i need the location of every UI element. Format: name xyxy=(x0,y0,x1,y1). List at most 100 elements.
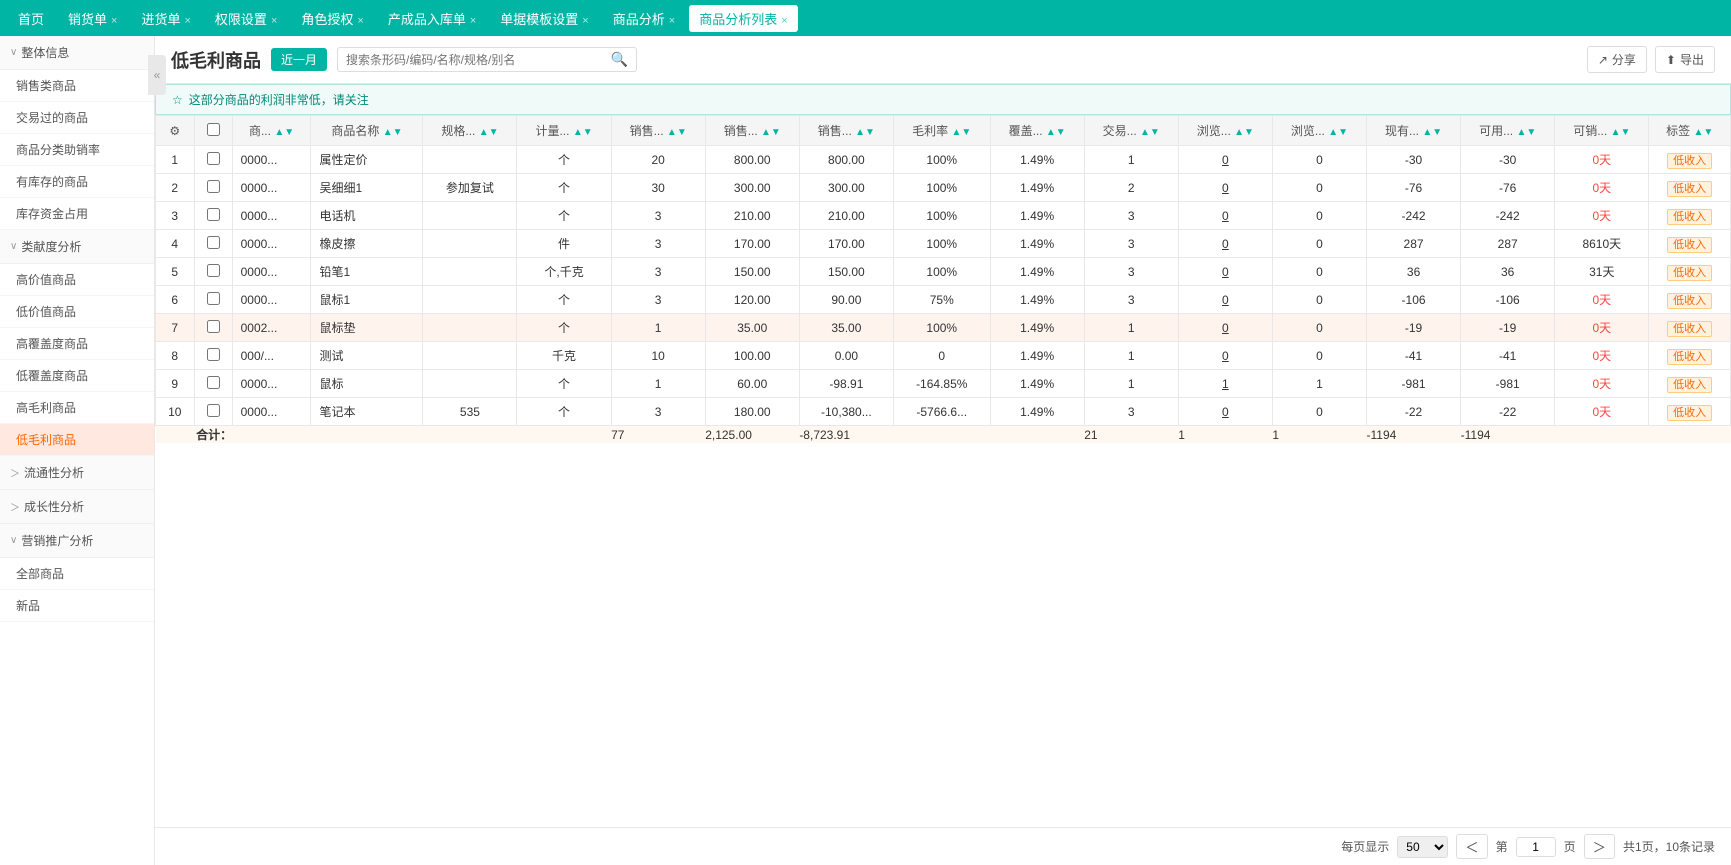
sidebar-item-低价值商品[interactable]: 低价值商品 xyxy=(0,296,154,328)
row-code: 0000... xyxy=(232,398,311,426)
row-name: 属性定价 xyxy=(311,146,423,174)
prev-page-btn[interactable]: ＜ xyxy=(1456,834,1487,859)
sidebar-group-类献度分析[interactable]: ∨类献度分析 xyxy=(0,230,154,264)
nav-item-角色授权[interactable]: 角色授权× xyxy=(291,5,373,32)
col-available[interactable]: 可用... ▲▼ xyxy=(1461,116,1555,146)
search-icon[interactable]: 🔍 xyxy=(611,51,628,68)
page-size-select[interactable]: 50 100 200 xyxy=(1397,836,1448,858)
close-icon[interactable]: × xyxy=(470,15,476,27)
sidebar-item-低覆盖度商品[interactable]: 低覆盖度商品 xyxy=(0,360,154,392)
search-input[interactable] xyxy=(346,53,611,67)
col-name[interactable]: 商品名称 ▲▼ xyxy=(311,116,423,146)
page-input[interactable] xyxy=(1516,837,1556,857)
nav-item-产成品入库单[interactable]: 产成品入库单× xyxy=(378,5,486,32)
page-header: 低毛利商品 近一月 🔍 ↗ 分享 ⬆ 导出 xyxy=(155,36,1731,84)
row-name: 鼠标垫 xyxy=(311,314,423,342)
row-available: -30 xyxy=(1461,146,1555,174)
sidebar-item-高价值商品[interactable]: 高价值商品 xyxy=(0,264,154,296)
sidebar-item-销售类商品[interactable]: 销售类商品 xyxy=(0,70,154,102)
sidebar-group-流通性分析[interactable]: ＞流通性分析 xyxy=(0,456,154,490)
sidebar-item-有库存的商品[interactable]: 有库存的商品 xyxy=(0,166,154,198)
sidebar-item-交易过的商品[interactable]: 交易过的商品 xyxy=(0,102,154,134)
row-sales-price: 210.00 xyxy=(705,202,799,230)
period-button[interactable]: 近一月 xyxy=(271,48,327,71)
nav-item-进货单[interactable]: 进货单× xyxy=(131,5,200,32)
row-sales-qty: 3 xyxy=(611,258,705,286)
sidebar-item-全部商品[interactable]: 全部商品 xyxy=(0,558,154,590)
nav-item-商品分析列表[interactable]: 商品分析列表× xyxy=(689,5,797,32)
sidebar-item-低毛利商品[interactable]: 低毛利商品 xyxy=(0,424,154,456)
col-checkbox[interactable] xyxy=(194,116,232,146)
close-icon[interactable]: × xyxy=(111,15,117,27)
col-current-stock[interactable]: 现有... ▲▼ xyxy=(1367,116,1461,146)
sidebar-collapse-btn[interactable]: « xyxy=(148,55,166,95)
nav-item-商品分析[interactable]: 商品分析× xyxy=(603,5,685,32)
row-view2: 0 xyxy=(1272,202,1366,230)
col-view1[interactable]: 浏览... ▲▼ xyxy=(1178,116,1272,146)
row-checkbox[interactable] xyxy=(194,398,232,426)
col-view2[interactable]: 浏览... ▲▼ xyxy=(1272,116,1366,146)
row-view1: 0 xyxy=(1178,258,1272,286)
table-header-row: ⚙ 商... ▲▼ 商品名称 ▲▼ 规格... ▲▼ 计量... ▲▼ 销售..… xyxy=(156,116,1731,146)
row-checkbox[interactable] xyxy=(194,146,232,174)
row-checkbox[interactable] xyxy=(194,314,232,342)
row-tag: 低收入 xyxy=(1649,398,1731,426)
col-sales-qty[interactable]: 销售... ▲▼ xyxy=(611,116,705,146)
sidebar-group-整体信息[interactable]: ∨整体信息 xyxy=(0,36,154,70)
close-icon[interactable]: × xyxy=(669,15,675,27)
sidebar-item-库存资金占用[interactable]: 库存资金占用 xyxy=(0,198,154,230)
row-checkbox[interactable] xyxy=(194,230,232,258)
select-all-checkbox[interactable] xyxy=(207,123,220,136)
nav-item-首页[interactable]: 首页 xyxy=(8,5,54,32)
col-code[interactable]: 商... ▲▼ xyxy=(232,116,311,146)
close-icon[interactable]: × xyxy=(582,15,588,27)
row-checkbox[interactable] xyxy=(194,202,232,230)
close-icon[interactable]: × xyxy=(781,15,787,27)
col-sales-price[interactable]: 销售... ▲▼ xyxy=(705,116,799,146)
row-sales-qty: 1 xyxy=(611,314,705,342)
share-button[interactable]: ↗ 分享 xyxy=(1587,46,1647,73)
col-unit[interactable]: 计量... ▲▼ xyxy=(517,116,611,146)
nav-item-权限设置[interactable]: 权限设置× xyxy=(205,5,287,32)
table-wrapper[interactable]: ⚙ 商... ▲▼ 商品名称 ▲▼ 规格... ▲▼ 计量... ▲▼ 销售..… xyxy=(155,115,1731,827)
row-view2: 0 xyxy=(1272,398,1366,426)
row-checkbox[interactable] xyxy=(194,370,232,398)
row-code: 0000... xyxy=(232,230,311,258)
close-icon[interactable]: × xyxy=(357,15,363,27)
row-checkbox[interactable] xyxy=(194,258,232,286)
sidebar-item-新品[interactable]: 新品 xyxy=(0,590,154,622)
col-settings[interactable]: ⚙ xyxy=(156,116,195,146)
col-spec[interactable]: 规格... ▲▼ xyxy=(423,116,517,146)
nav-item-单据模板设置[interactable]: 单据模板设置× xyxy=(490,5,598,32)
row-checkbox[interactable] xyxy=(194,174,232,202)
row-unit: 千克 xyxy=(517,342,611,370)
row-tag: 低收入 xyxy=(1649,370,1731,398)
row-checkbox[interactable] xyxy=(194,286,232,314)
col-saleable[interactable]: 可销... ▲▼ xyxy=(1555,116,1649,146)
sidebar-group-营销推广分析[interactable]: ∨营销推广分析 xyxy=(0,524,154,558)
row-transaction: 1 xyxy=(1084,342,1178,370)
col-transaction[interactable]: 交易... ▲▼ xyxy=(1084,116,1178,146)
row-view1: 0 xyxy=(1178,146,1272,174)
row-sales-price: 300.00 xyxy=(705,174,799,202)
col-sales-amount[interactable]: 销售... ▲▼ xyxy=(799,116,893,146)
row-sales-price: 60.00 xyxy=(705,370,799,398)
next-page-btn[interactable]: ＞ xyxy=(1584,834,1615,859)
page-label-prefix: 第 xyxy=(1496,838,1508,855)
close-icon[interactable]: × xyxy=(271,15,277,27)
sidebar-group-成长性分析[interactable]: ＞成长性分析 xyxy=(0,490,154,524)
row-checkbox[interactable] xyxy=(194,342,232,370)
row-view1: 0 xyxy=(1178,286,1272,314)
row-code: 0000... xyxy=(232,174,311,202)
col-coverage[interactable]: 覆盖... ▲▼ xyxy=(990,116,1084,146)
sidebar-item-高毛利商品[interactable]: 高毛利商品 xyxy=(0,392,154,424)
col-gross-margin[interactable]: 毛利率 ▲▼ xyxy=(893,116,990,146)
nav-item-销货单[interactable]: 销货单× xyxy=(58,5,127,32)
arrow-icon: ∨ xyxy=(10,47,17,58)
close-icon[interactable]: × xyxy=(184,15,190,27)
col-tag[interactable]: 标签 ▲▼ xyxy=(1649,116,1731,146)
sidebar-item-商品分类助销率[interactable]: 商品分类助销率 xyxy=(0,134,154,166)
export-button[interactable]: ⬆ 导出 xyxy=(1655,46,1715,73)
sidebar-item-高覆盖度商品[interactable]: 高覆盖度商品 xyxy=(0,328,154,360)
row-view1: 0 xyxy=(1178,174,1272,202)
